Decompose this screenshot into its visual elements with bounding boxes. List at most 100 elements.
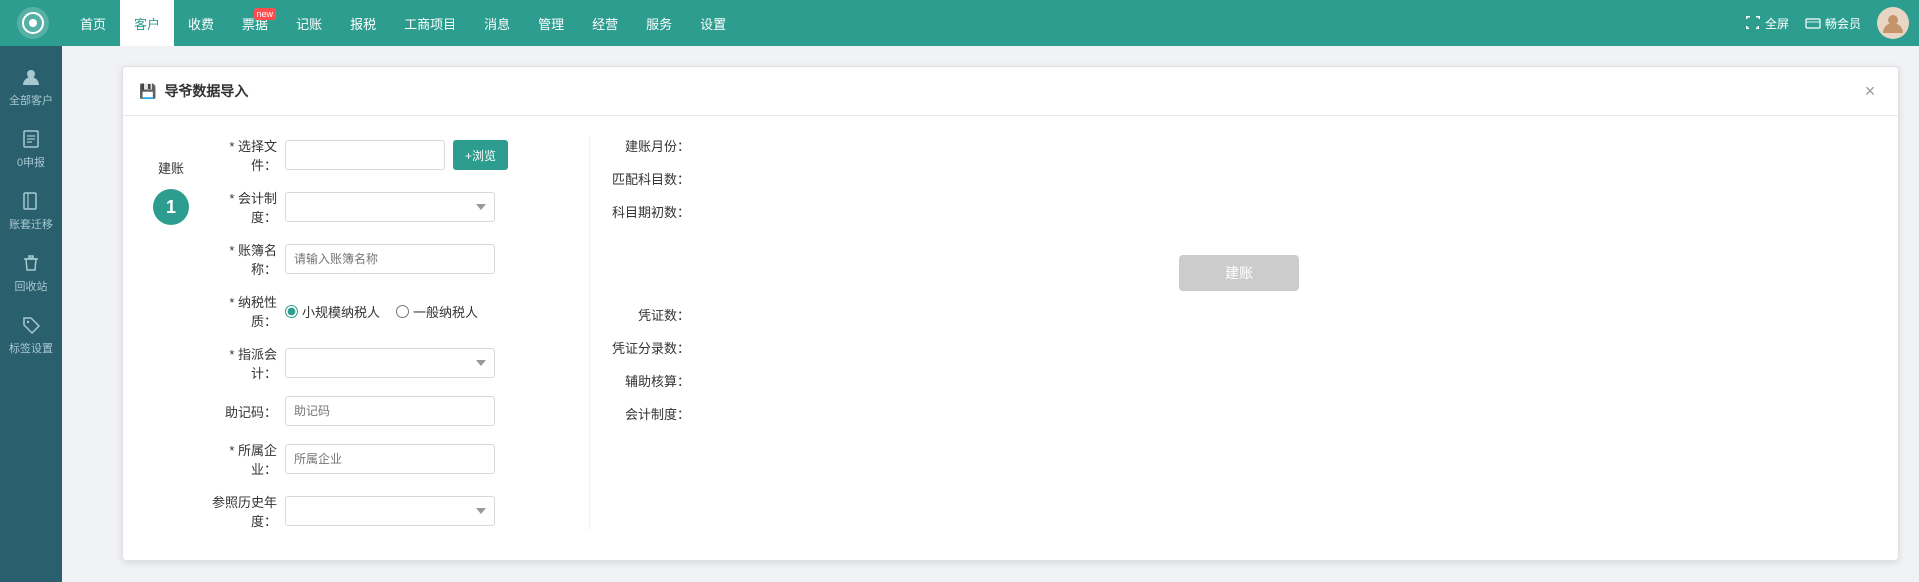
- file-select-label: * 选择文件：: [209, 136, 277, 174]
- company-label: * 所属企业：: [209, 440, 277, 478]
- accounting-system-select[interactable]: [285, 192, 495, 222]
- vip-button[interactable]: 畅会员: [1805, 15, 1861, 32]
- sidebar-item-account-migration[interactable]: 账套迁移: [0, 180, 62, 240]
- assign-accountant-row: * 指派会计：: [209, 344, 559, 382]
- ledger-name-label: * 账簿名称：: [209, 240, 277, 278]
- form-left-section: 建账 1 * 选择文件： +浏览 * 会计制度：: [153, 136, 559, 530]
- nav-right-area: 全屏 畅会员: [1745, 7, 1909, 39]
- nav-item-tax[interactable]: 报税: [336, 0, 390, 46]
- nav-item-settings[interactable]: 设置: [686, 0, 740, 46]
- book-icon: [20, 190, 42, 212]
- close-button[interactable]: ×: [1858, 79, 1882, 103]
- nav-item-invoices[interactable]: 票据 new: [228, 0, 282, 46]
- step-badge: 1: [153, 189, 189, 225]
- build-account-button[interactable]: 建账: [1179, 255, 1299, 291]
- subject-opening-label: 科目期初数：: [610, 202, 690, 221]
- file-select-row: * 选择文件： +浏览: [209, 136, 559, 174]
- small-taxpayer-label: 小规模纳税人: [302, 302, 380, 321]
- assign-accountant-select[interactable]: [285, 348, 495, 378]
- account-month-row: 建账月份：: [610, 136, 1868, 155]
- nav-item-management[interactable]: 管理: [524, 0, 578, 46]
- dialog-header: 💾 导爷数据导入 ×: [123, 67, 1898, 116]
- voucher-entries-label: 凭证分录数：: [610, 338, 690, 357]
- sidebar-item-tag-settings[interactable]: 标签设置: [0, 304, 62, 364]
- account-month-label: 建账月份：: [610, 136, 690, 155]
- general-taxpayer-option[interactable]: 一般纳税人: [396, 302, 478, 321]
- trash-icon: [20, 252, 42, 274]
- voucher-entries-row: 凭证分录数：: [610, 338, 1868, 357]
- accounting-system-info-label: 会计制度：: [610, 404, 690, 423]
- main-layout: 全部客户 0申报 账套迁移: [0, 46, 1919, 582]
- sidebar-item-recycle-bin[interactable]: 回收站: [0, 242, 62, 302]
- nav-item-customers[interactable]: 客户: [120, 0, 174, 46]
- small-taxpayer-radio[interactable]: [285, 305, 298, 318]
- subject-opening-row: 科目期初数：: [610, 202, 1868, 221]
- sidebar-label-account-migration: 账套迁移: [9, 216, 53, 232]
- form-right-section: 建账月份： 匹配科目数： 科目期初数： 建账: [589, 136, 1868, 530]
- file-icon: [20, 128, 42, 150]
- memo-code-input[interactable]: [285, 396, 495, 426]
- tag-icon: [20, 314, 42, 336]
- nav-item-services[interactable]: 服务: [632, 0, 686, 46]
- app-logo[interactable]: [10, 0, 56, 46]
- accounting-system-label: * 会计制度：: [209, 188, 277, 226]
- auxiliary-accounting-label: 辅助核算：: [610, 371, 690, 390]
- dialog-title: 导爷数据导入: [164, 81, 248, 101]
- voucher-count-label: 凭证数：: [610, 305, 690, 324]
- reference-year-select[interactable]: [285, 496, 495, 526]
- memo-code-label: 助记码：: [209, 402, 277, 421]
- general-taxpayer-radio[interactable]: [396, 305, 409, 318]
- ledger-name-row: * 账簿名称：: [209, 240, 559, 278]
- user-avatar[interactable]: [1877, 7, 1909, 39]
- accounting-system-info-row: 会计制度：: [610, 404, 1868, 423]
- user-icon: [1881, 11, 1905, 35]
- nav-item-home[interactable]: 首页: [66, 0, 120, 46]
- sidebar-label-recycle-bin: 回收站: [15, 278, 48, 294]
- nav-item-messages[interactable]: 消息: [470, 0, 524, 46]
- person-icon: [20, 66, 42, 88]
- dialog-body: 建账 1 * 选择文件： +浏览 * 会计制度：: [123, 116, 1898, 560]
- reference-year-label: 参照历史年度：: [209, 492, 277, 530]
- import-dialog: 💾 导爷数据导入 × 建账 1: [122, 66, 1899, 561]
- file-select-input[interactable]: [285, 140, 445, 170]
- nav-items: 首页 客户 收费 票据 new 记账 报税 工商项目 消息 管理 经营 服务 设…: [66, 0, 1745, 46]
- tax-type-row: * 纳税性质： 小规模纳税人 一般纳税人: [209, 292, 559, 330]
- tax-type-label: * 纳税性质：: [209, 292, 277, 330]
- fullscreen-button[interactable]: 全屏: [1745, 15, 1789, 32]
- general-taxpayer-label: 一般纳税人: [413, 302, 478, 321]
- browse-button[interactable]: +浏览: [453, 140, 508, 170]
- nav-item-fees[interactable]: 收费: [174, 0, 228, 46]
- sidebar-item-all-customers[interactable]: 全部客户: [0, 56, 62, 116]
- sidebar-label-all-customers: 全部客户: [9, 92, 53, 108]
- accounting-system-row: * 会计制度：: [209, 188, 559, 226]
- form-fields: * 选择文件： +浏览 * 会计制度：: [209, 136, 559, 530]
- reference-year-row: 参照历史年度：: [209, 492, 559, 530]
- fullscreen-icon: [1745, 15, 1761, 31]
- sidebar-label-zero-declaration: 0申报: [17, 154, 45, 170]
- content-area: 💾 导爷数据导入 × 建账 1: [62, 46, 1919, 582]
- auxiliary-accounting-row: 辅助核算：: [610, 371, 1868, 390]
- sidebar: 全部客户 0申报 账套迁移: [0, 46, 62, 582]
- nav-item-operations[interactable]: 经营: [578, 0, 632, 46]
- match-subjects-row: 匹配科目数：: [610, 169, 1868, 188]
- company-input[interactable]: [285, 444, 495, 474]
- tax-type-radio-group: 小规模纳税人 一般纳税人: [285, 302, 478, 321]
- build-button-area: 建账: [610, 235, 1868, 291]
- nav-item-business[interactable]: 工商项目: [390, 0, 470, 46]
- memo-code-row: 助记码：: [209, 396, 559, 426]
- voucher-count-row: 凭证数：: [610, 305, 1868, 324]
- step-label: 建账: [158, 158, 184, 177]
- vip-icon: [1805, 15, 1821, 31]
- nav-item-bookkeeping[interactable]: 记账: [282, 0, 336, 46]
- sidebar-item-zero-declaration[interactable]: 0申报: [0, 118, 62, 178]
- assign-accountant-label: * 指派会计：: [209, 344, 277, 382]
- dialog-title-area: 💾 导爷数据导入: [139, 81, 248, 101]
- company-row: * 所属企业：: [209, 440, 559, 478]
- ledger-name-input[interactable]: [285, 244, 495, 274]
- import-icon: 💾: [139, 83, 156, 100]
- new-badge: new: [254, 8, 277, 20]
- sidebar-label-tag-settings: 标签设置: [9, 340, 53, 356]
- top-navigation: 首页 客户 收费 票据 new 记账 报税 工商项目 消息 管理 经营 服务 设…: [0, 0, 1919, 46]
- match-subjects-label: 匹配科目数：: [610, 169, 690, 188]
- small-taxpayer-option[interactable]: 小规模纳税人: [285, 302, 380, 321]
